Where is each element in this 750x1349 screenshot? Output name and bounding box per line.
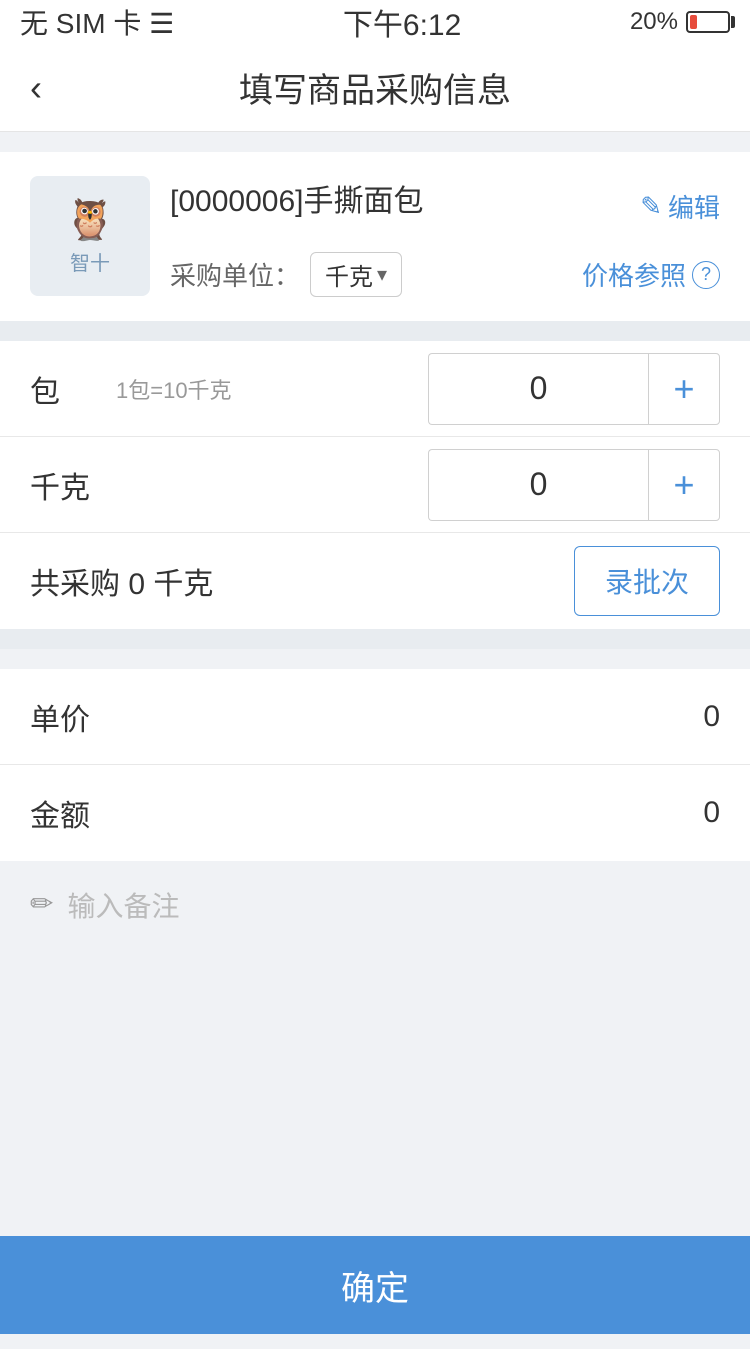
price-ref-help-icon: ?	[692, 261, 720, 289]
price-ref-label: 价格参照	[582, 256, 686, 293]
main-content-area	[0, 949, 750, 1249]
bao-input[interactable]	[428, 353, 648, 425]
nav-bar: ‹ 填写商品采购信息	[0, 44, 750, 132]
price-label: 单价	[30, 695, 90, 739]
form-section: 包 1包=10千克 + 千克 + 共采购 0 千克 录批次	[0, 341, 750, 629]
bao-sublabel: 1包=10千克	[116, 373, 232, 405]
section-divider-1	[0, 321, 750, 341]
section-divider-2	[0, 629, 750, 649]
bao-label: 包	[30, 367, 110, 411]
pencil-icon: ✏	[30, 887, 53, 920]
bao-input-wrap: +	[428, 353, 720, 425]
page-title: 填写商品采购信息	[239, 63, 511, 112]
battery-fill	[690, 15, 697, 29]
kg-label: 千克	[30, 463, 110, 507]
product-logo-text: 智十	[70, 247, 110, 276]
battery-percent: 20%	[630, 8, 678, 36]
chevron-down-icon: ▾	[377, 262, 387, 287]
confirm-label: 确定	[341, 1261, 409, 1310]
record-batch-button[interactable]: 录批次	[574, 546, 720, 616]
battery-icon	[686, 11, 730, 33]
price-info-section: 单价 0 金额 0	[0, 669, 750, 861]
notes-section[interactable]: ✏ 输入备注	[0, 861, 750, 949]
unit-badge[interactable]: 千克 ▾	[310, 252, 402, 297]
unit-value: 千克	[325, 257, 373, 292]
price-ref-button[interactable]: 价格参照 ?	[582, 256, 720, 293]
edit-icon: ✎	[640, 191, 662, 222]
product-unit-row: 采购单位： 千克 ▾ 价格参照 ?	[170, 252, 720, 297]
product-info: [0000006]手撕面包 ✎ 编辑 采购单位： 千克 ▾ 价格参照 ?	[170, 176, 720, 297]
form-row-kg: 千克 +	[0, 437, 750, 533]
price-row: 单价 0	[0, 669, 750, 765]
product-image: 🦉 智十	[30, 176, 150, 296]
form-row-bao: 包 1包=10千克 +	[0, 341, 750, 437]
product-name: [0000006]手撕面包	[170, 176, 423, 220]
edit-label: 编辑	[668, 188, 720, 225]
back-button[interactable]: ‹	[20, 57, 52, 119]
amount-label: 金额	[30, 791, 90, 835]
summary-text: 共采购 0 千克	[30, 559, 213, 603]
bao-plus-button[interactable]: +	[648, 353, 720, 425]
kg-plus-button[interactable]: +	[648, 449, 720, 521]
status-battery-area: 20%	[630, 8, 730, 36]
status-signal: 无 SIM 卡 ☰	[20, 2, 174, 42]
product-logo-icon: 🦉	[65, 196, 115, 243]
product-card: 🦉 智十 [0000006]手撕面包 ✎ 编辑 采购单位： 千克 ▾ 价格参照 …	[0, 152, 750, 321]
status-bar: 无 SIM 卡 ☰ 下午6:12 20%	[0, 0, 750, 44]
summary-value: 0	[128, 568, 145, 601]
amount-row: 金额 0	[0, 765, 750, 861]
price-value: 0	[703, 700, 720, 734]
kg-input[interactable]	[428, 449, 648, 521]
kg-input-wrap: +	[428, 449, 720, 521]
summary-label: 共采购	[30, 568, 120, 601]
purchase-unit-label: 采购单位：	[170, 256, 300, 293]
edit-button[interactable]: ✎ 编辑	[640, 188, 720, 225]
status-time: 下午6:12	[343, 0, 461, 44]
summary-row: 共采购 0 千克 录批次	[0, 533, 750, 629]
summary-unit: 千克	[153, 568, 213, 601]
amount-value: 0	[703, 796, 720, 830]
notes-placeholder: 输入备注	[67, 885, 179, 925]
confirm-bar[interactable]: 确定	[0, 1236, 750, 1334]
